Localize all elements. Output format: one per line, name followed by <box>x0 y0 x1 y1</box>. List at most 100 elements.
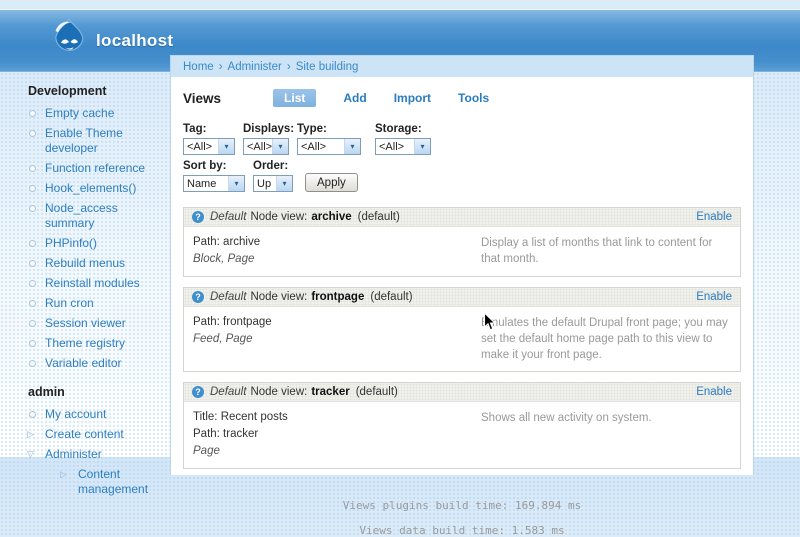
breadcrumb-separator: › <box>286 60 291 73</box>
sidebar-item-create-content[interactable]: ▷ Create content <box>27 427 158 442</box>
tab-list[interactable]: List <box>273 89 317 107</box>
view-displays: Block, Page <box>193 253 255 265</box>
sidebar-item-function-reference[interactable]: Function reference <box>28 161 158 176</box>
sidebar-item-variable-editor[interactable]: Variable editor <box>28 356 158 371</box>
tabs: List Add Import Tools <box>273 89 489 107</box>
sort-by-select[interactable]: Name ▾ <box>183 175 245 192</box>
tab-tools[interactable]: Tools <box>458 91 489 105</box>
sidebar-item-run-cron[interactable]: Run cron <box>28 296 158 311</box>
view-description: Shows all new activity on system. <box>481 412 652 424</box>
bullet-icon <box>29 340 36 347</box>
bullet-icon <box>29 130 36 137</box>
view-details: Path: archive Block, Page <box>193 234 481 268</box>
storage-select-value: <All> <box>379 140 405 153</box>
views-list: ? Default Node view: archive (default) E… <box>183 207 741 469</box>
sidebar-section-admin: admin <box>28 385 65 399</box>
bullet-icon <box>29 280 36 287</box>
sidebar-item-rebuild-menus[interactable]: Rebuild menus <box>28 256 158 271</box>
tag-select[interactable]: <All> ▾ <box>183 138 235 155</box>
bullet-icon <box>29 185 36 192</box>
help-icon[interactable]: ? <box>192 291 204 303</box>
data-build-time: Views data build time: 1.583 ms <box>359 524 565 537</box>
view-type-label: Default <box>210 291 247 303</box>
enable-link[interactable]: Enable <box>696 291 732 303</box>
sidebar-item-phpinfo[interactable]: PHPinfo() <box>28 236 158 251</box>
view-type-label: Default <box>210 211 247 223</box>
sort-by-select-value: Name <box>187 177 217 190</box>
sidebar-item-theme-registry[interactable]: Theme registry <box>28 336 158 351</box>
tab-import[interactable]: Import <box>394 91 431 105</box>
type-filter-label: Type: <box>297 123 327 135</box>
build-times: Views plugins build time: 169.894 ms Vie… <box>183 499 741 537</box>
view-title: Title: Recent posts <box>193 411 288 423</box>
type-select[interactable]: <All> ▾ <box>297 138 361 155</box>
enable-link[interactable]: Enable <box>696 386 732 398</box>
sidebar-item-reinstall-modules[interactable]: Reinstall modules <box>28 276 158 291</box>
view-kind-label: Node view: <box>250 291 308 303</box>
enable-link[interactable]: Enable <box>696 211 732 223</box>
type-select-value: <All> <box>301 140 327 153</box>
chevron-down-icon[interactable]: ▽ <box>27 447 34 462</box>
view-details: Title: Recent posts Path: tracker Page <box>193 409 481 460</box>
chevron-down-icon: ▾ <box>344 139 360 154</box>
top-strip <box>0 0 800 10</box>
view-row-header: ? Default Node view: frontpage (default)… <box>184 288 740 307</box>
bullet-icon <box>29 320 36 327</box>
storage-select[interactable]: <All> ▾ <box>375 138 431 155</box>
view-path: Path: tracker <box>193 428 259 440</box>
view-row-archive: ? Default Node view: archive (default) E… <box>183 207 741 277</box>
view-path: Path: archive <box>193 236 261 248</box>
development-menu: Empty cache Enable Theme developer Funct… <box>28 106 158 371</box>
view-default-suffix: (default) <box>355 386 398 398</box>
bullet-icon <box>29 110 36 117</box>
breadcrumb-administer[interactable]: Administer <box>228 61 282 73</box>
breadcrumb-separator: › <box>218 60 223 73</box>
bullet-icon <box>29 360 36 367</box>
tag-select-value: <All> <box>187 140 213 153</box>
sidebar-item-node-access-summary[interactable]: Node_access summary <box>28 201 158 231</box>
sidebar: Development Empty cache Enable Theme dev… <box>0 78 168 502</box>
apply-button[interactable]: Apply <box>305 173 358 192</box>
view-default-suffix: (default) <box>357 211 400 223</box>
tab-add[interactable]: Add <box>343 91 366 105</box>
sidebar-item-hook-elements[interactable]: Hook_elements() <box>28 181 158 196</box>
drupal-logo-icon <box>52 17 86 63</box>
plugins-build-time: Views plugins build time: 169.894 ms <box>342 499 582 512</box>
displays-select[interactable]: <All> ▾ <box>243 138 289 155</box>
bullet-icon <box>29 165 36 172</box>
view-kind-label: Node view: <box>250 386 308 398</box>
view-row-header: ? Default Node view: archive (default) E… <box>184 208 740 227</box>
order-label: Order: <box>253 160 289 172</box>
sidebar-item-enable-theme-developer[interactable]: Enable Theme developer <box>28 126 158 156</box>
view-displays: Page <box>193 445 220 457</box>
sidebar-item-empty-cache[interactable]: Empty cache <box>28 106 158 121</box>
displays-select-value: <All> <box>247 140 273 153</box>
breadcrumb-site-building[interactable]: Site building <box>296 61 359 73</box>
help-icon[interactable]: ? <box>192 386 204 398</box>
sidebar-item-content-management[interactable]: ▷ Content management <box>60 467 173 497</box>
sidebar-item-my-account[interactable]: My account <box>28 407 158 422</box>
chevron-down-icon: ▾ <box>228 176 244 191</box>
tag-filter-label: Tag: <box>183 123 207 135</box>
view-displays: Feed, Page <box>193 333 253 345</box>
displays-filter-label: Displays: <box>243 123 295 135</box>
bullet-icon <box>29 205 36 212</box>
storage-filter-label: Storage: <box>375 123 422 135</box>
view-row-header: ? Default Node view: tracker (default) E… <box>184 383 740 402</box>
chevron-right-icon[interactable]: ▷ <box>60 467 67 482</box>
help-icon[interactable]: ? <box>192 211 204 223</box>
chevron-down-icon: ▾ <box>218 139 234 154</box>
view-name: archive <box>311 211 352 223</box>
view-type-label: Default <box>210 386 247 398</box>
order-select-value: Up <box>257 177 272 190</box>
bullet-icon <box>29 411 36 418</box>
sidebar-item-session-viewer[interactable]: Session viewer <box>28 316 158 331</box>
chevron-right-icon[interactable]: ▷ <box>27 427 34 442</box>
site-name: localhost <box>96 31 174 50</box>
sidebar-item-administer[interactable]: ▽ Administer <box>27 447 158 462</box>
order-select[interactable]: Up ▾ <box>253 175 293 192</box>
sidebar-section-development: Development <box>28 84 107 98</box>
breadcrumb: Home › Administer › Site building <box>171 56 753 77</box>
breadcrumb-home[interactable]: Home <box>183 61 214 73</box>
page-title: Views <box>183 90 222 106</box>
